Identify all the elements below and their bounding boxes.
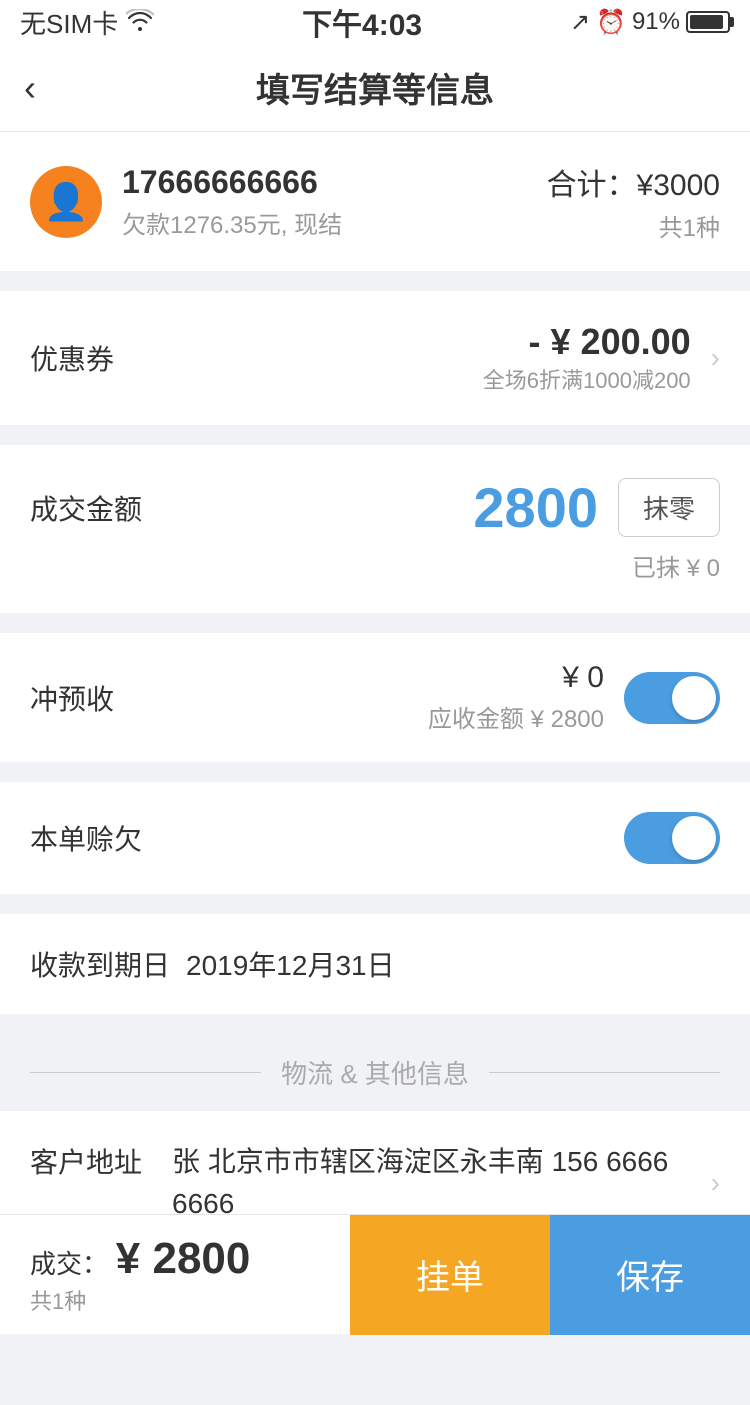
customer-info: 17666666666 欠款1276.35元, 现结 <box>122 164 342 240</box>
coupon-amount: - ¥ 200.00 <box>483 321 691 363</box>
round-zero-button[interactable]: 抹零 <box>618 478 720 537</box>
coupon-right: - ¥ 200.00 全场6折满1000减200 › <box>483 321 720 395</box>
save-button[interactable]: 保存 <box>550 1215 750 1335</box>
bottom-info: 成交： ¥ 2800 共1种 <box>0 1234 350 1316</box>
customer-total: 合计：¥3000 共1种 <box>547 160 720 243</box>
date-row: 收款到期日 2019年12月31日 <box>30 944 720 984</box>
deal-amount: 2800 <box>473 475 598 540</box>
bottom-deal-row: 成交： ¥ 2800 <box>30 1234 320 1284</box>
address-value: 张 北京市市辖区海淀区永丰南 156 6666 6666 <box>172 1141 695 1225</box>
toggle-knob-debt <box>672 816 716 860</box>
status-right: ↗ ⏰ 91% <box>570 8 730 37</box>
prereceive-amount: ¥ 0 <box>428 661 604 695</box>
wifi-icon <box>126 7 154 38</box>
bottom-bar: 成交： ¥ 2800 共1种 挂单 保存 <box>0 1214 750 1334</box>
hang-button[interactable]: 挂单 <box>350 1215 550 1335</box>
carrier-text: 无SIM卡 <box>20 4 118 41</box>
hang-button-label: 挂单 <box>416 1250 484 1299</box>
due-date-value: 2019年12月31日 <box>186 944 395 984</box>
logistics-divider: 物流 & 其他信息 <box>0 1034 750 1111</box>
status-left: 无SIM卡 <box>20 4 154 41</box>
coupon-section: 优惠券 - ¥ 200.00 全场6折满1000减200 › <box>0 291 750 425</box>
divider-line-right <box>489 1072 720 1073</box>
prereceive-row: 冲预收 ¥ 0 应收金额 ¥ 2800 <box>30 661 720 734</box>
back-button[interactable]: ‹ <box>24 67 36 109</box>
deal-section: 成交金额 2800 抹零 已抹 ¥ 0 <box>0 445 750 613</box>
avatar: 👤 <box>30 166 102 238</box>
logistics-text: 物流 & 其他信息 <box>281 1054 469 1091</box>
time-display: 下午4:03 <box>302 0 422 44</box>
battery-icon <box>686 11 730 33</box>
page-title: 填写结算等信息 <box>256 63 494 112</box>
prereceive-toggle[interactable] <box>624 672 720 724</box>
total-amount: 合计：¥3000 <box>547 160 720 204</box>
prereceive-sub: 应收金额 ¥ 2800 <box>428 699 604 734</box>
deal-label: 成交金额 <box>30 488 142 528</box>
alarm-icon: ⏰ <box>596 8 626 37</box>
user-icon: 👤 <box>44 181 89 223</box>
nav-bar: ‹ 填写结算等信息 <box>0 44 750 132</box>
deal-right: 2800 抹零 <box>473 475 720 540</box>
total-count: 共1种 <box>547 208 720 243</box>
bottom-count: 共1种 <box>30 1284 320 1316</box>
save-button-label: 保存 <box>616 1250 684 1299</box>
prereceive-label: 冲预收 <box>30 678 114 718</box>
location-icon: ↗ <box>570 8 590 37</box>
debt-section: 本单赊欠 <box>0 782 750 894</box>
coupon-label: 优惠券 <box>30 338 114 378</box>
bottom-deal-label: 成交： <box>30 1249 108 1279</box>
chevron-right-icon: › <box>711 342 720 374</box>
prereceive-amount-block: ¥ 0 应收金额 ¥ 2800 <box>428 661 604 734</box>
prereceive-section: 冲预收 ¥ 0 应收金额 ¥ 2800 <box>0 633 750 762</box>
deal-row: 成交金额 2800 抹零 <box>30 475 720 540</box>
prereceive-right: ¥ 0 应收金额 ¥ 2800 <box>428 661 720 734</box>
battery-percent: 91% <box>632 8 680 36</box>
deal-sub: 已抹 ¥ 0 <box>30 548 720 583</box>
customer-sub: 欠款1276.35元, 现结 <box>122 205 342 240</box>
bottom-amount: ¥ 2800 <box>116 1234 251 1283</box>
customer-phone: 17666666666 <box>122 164 342 201</box>
customer-card: 👤 17666666666 欠款1276.35元, 现结 合计：¥3000 共1… <box>0 132 750 271</box>
divider-line-left <box>30 1072 261 1073</box>
coupon-desc: 全场6折满1000减200 <box>483 363 691 395</box>
address-label: 客户地址 <box>30 1141 142 1181</box>
due-date-section: 收款到期日 2019年12月31日 <box>0 914 750 1014</box>
debt-label: 本单赊欠 <box>30 818 142 858</box>
customer-left: 👤 17666666666 欠款1276.35元, 现结 <box>30 164 342 240</box>
debt-toggle[interactable] <box>624 812 720 864</box>
due-date-label: 收款到期日 <box>30 944 170 984</box>
toggle-knob <box>672 676 716 720</box>
status-bar: 无SIM卡 下午4:03 ↗ ⏰ 91% <box>0 0 750 44</box>
coupon-row[interactable]: 优惠券 - ¥ 200.00 全场6折满1000减200 › <box>0 291 750 425</box>
address-chevron-icon: › <box>711 1167 720 1199</box>
